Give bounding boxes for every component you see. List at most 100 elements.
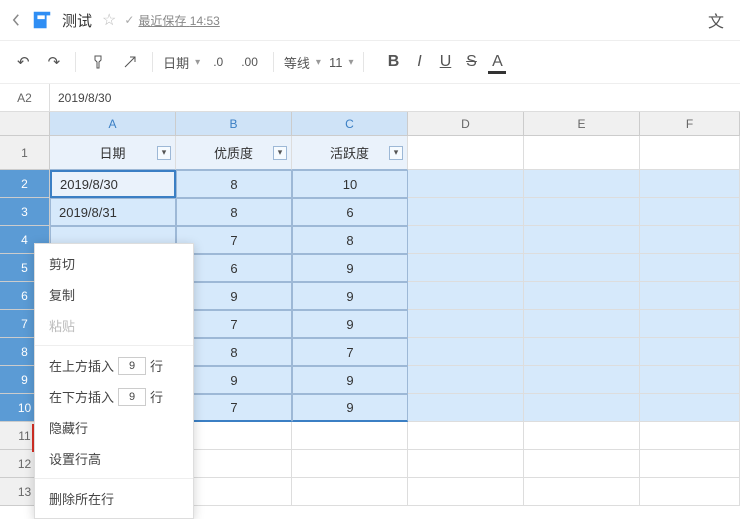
col-header-D[interactable]: D <box>408 112 524 136</box>
col-header-C[interactable]: C <box>292 112 408 136</box>
cell-D1[interactable] <box>408 136 524 170</box>
filter-dropdown-icon[interactable]: ▾ <box>157 146 171 160</box>
cell-A3[interactable]: 2019/8/31 <box>50 198 176 226</box>
cell-F1[interactable] <box>640 136 740 170</box>
redo-button[interactable]: ↷ <box>42 49 67 75</box>
format-painter-button[interactable] <box>85 51 111 73</box>
last-saved[interactable]: ✓ 最近保存 14:53 <box>124 12 219 29</box>
cell-C12[interactable] <box>292 450 408 478</box>
cell-F11[interactable] <box>640 422 740 450</box>
cell-D8[interactable] <box>408 338 524 366</box>
select-all-corner[interactable] <box>0 112 50 136</box>
cell-F13[interactable] <box>640 478 740 506</box>
row-header-2[interactable]: 2 <box>0 170 50 198</box>
cell-E7[interactable] <box>524 310 640 338</box>
cell-F9[interactable] <box>640 366 740 394</box>
ctx-insert-below[interactable]: 在下方插入 9 行 <box>35 381 193 412</box>
cell-E12[interactable] <box>524 450 640 478</box>
cell-E2[interactable] <box>524 170 640 198</box>
cell-E9[interactable] <box>524 366 640 394</box>
insert-below-count[interactable]: 9 <box>118 388 146 406</box>
text-tool-icon[interactable]: 文 <box>708 8 732 32</box>
star-icon[interactable]: ☆ <box>102 10 116 30</box>
cell-C3[interactable]: 6 <box>292 198 408 226</box>
cell-D4[interactable] <box>408 226 524 254</box>
col-header-A[interactable]: A <box>50 112 176 136</box>
strike-button[interactable]: S <box>458 51 484 73</box>
clear-format-button[interactable] <box>117 51 143 73</box>
cell-C4[interactable]: 8 <box>292 226 408 254</box>
name-box[interactable]: A2 <box>0 84 50 111</box>
cell-E1[interactable] <box>524 136 640 170</box>
filter-dropdown-icon[interactable]: ▾ <box>273 146 287 160</box>
cell-E3[interactable] <box>524 198 640 226</box>
underline-button[interactable]: U <box>432 51 458 73</box>
cell-D10[interactable] <box>408 394 524 422</box>
ctx-delete-row[interactable]: 删除所在行 <box>35 483 193 514</box>
cell-C6[interactable]: 9 <box>292 282 408 310</box>
row-header-3[interactable]: 3 <box>0 198 50 226</box>
col-header-F[interactable]: F <box>640 112 740 136</box>
cell-F6[interactable] <box>640 282 740 310</box>
ctx-hide-row[interactable]: 隐藏行 <box>35 412 193 443</box>
cell-D5[interactable] <box>408 254 524 282</box>
cell-D12[interactable] <box>408 450 524 478</box>
cell-F5[interactable] <box>640 254 740 282</box>
cell-D3[interactable] <box>408 198 524 226</box>
cell-F4[interactable] <box>640 226 740 254</box>
cell-D9[interactable] <box>408 366 524 394</box>
decrease-decimal-button[interactable]: .0 <box>207 51 229 73</box>
insert-above-count[interactable]: 9 <box>118 357 146 375</box>
italic-button[interactable]: I <box>406 51 432 73</box>
cell-D11[interactable] <box>408 422 524 450</box>
cell-D6[interactable] <box>408 282 524 310</box>
filter-dropdown-icon[interactable]: ▾ <box>389 146 403 160</box>
cell-D7[interactable] <box>408 310 524 338</box>
ctx-copy[interactable]: 复制 <box>35 279 193 310</box>
cell-E5[interactable] <box>524 254 640 282</box>
cell-F2[interactable] <box>640 170 740 198</box>
cell-B2[interactable]: 8 <box>176 170 292 198</box>
cell-F3[interactable] <box>640 198 740 226</box>
font-family-select[interactable]: 等线▾ <box>284 53 321 72</box>
cell-F12[interactable] <box>640 450 740 478</box>
cell-E6[interactable] <box>524 282 640 310</box>
ctx-cut[interactable]: 剪切 <box>35 248 193 279</box>
cell-C7[interactable]: 9 <box>292 310 408 338</box>
row-header-1[interactable]: 1 <box>0 136 50 170</box>
cell-C13[interactable] <box>292 478 408 506</box>
cell-D13[interactable] <box>408 478 524 506</box>
cell-B3[interactable]: 8 <box>176 198 292 226</box>
ctx-insert-above[interactable]: 在上方插入 9 行 <box>35 350 193 381</box>
bold-button[interactable]: B <box>380 51 406 73</box>
undo-button[interactable]: ↶ <box>11 49 36 75</box>
ctx-set-row-height[interactable]: 设置行高 <box>35 443 193 474</box>
col-header-E[interactable]: E <box>524 112 640 136</box>
chevron-left-icon[interactable] <box>8 12 24 28</box>
font-color-button[interactable]: A <box>484 51 510 73</box>
cell-C9[interactable]: 9 <box>292 366 408 394</box>
cell-D2[interactable] <box>408 170 524 198</box>
cell-F10[interactable] <box>640 394 740 422</box>
cell-C5[interactable]: 9 <box>292 254 408 282</box>
cell-C1[interactable]: 活跃度▾ <box>292 136 408 170</box>
col-header-B[interactable]: B <box>176 112 292 136</box>
cell-E13[interactable] <box>524 478 640 506</box>
cell-B1[interactable]: 优质度▾ <box>176 136 292 170</box>
cell-C10[interactable]: 9 <box>292 394 408 422</box>
formula-bar[interactable]: 2019/8/30 <box>50 91 740 105</box>
cell-E11[interactable] <box>524 422 640 450</box>
cell-C11[interactable] <box>292 422 408 450</box>
increase-decimal-button[interactable]: .00 <box>235 51 264 73</box>
cell-C8[interactable]: 7 <box>292 338 408 366</box>
font-size-select[interactable]: 11▾ <box>329 55 354 70</box>
doc-title[interactable]: 测试 <box>62 10 92 31</box>
cell-E4[interactable] <box>524 226 640 254</box>
cell-E10[interactable] <box>524 394 640 422</box>
cell-C2[interactable]: 10 <box>292 170 408 198</box>
cell-A1[interactable]: 日期▾ <box>50 136 176 170</box>
cell-F7[interactable] <box>640 310 740 338</box>
cell-A2[interactable]: 2019/8/30 <box>50 170 176 198</box>
cell-E8[interactable] <box>524 338 640 366</box>
cell-F8[interactable] <box>640 338 740 366</box>
